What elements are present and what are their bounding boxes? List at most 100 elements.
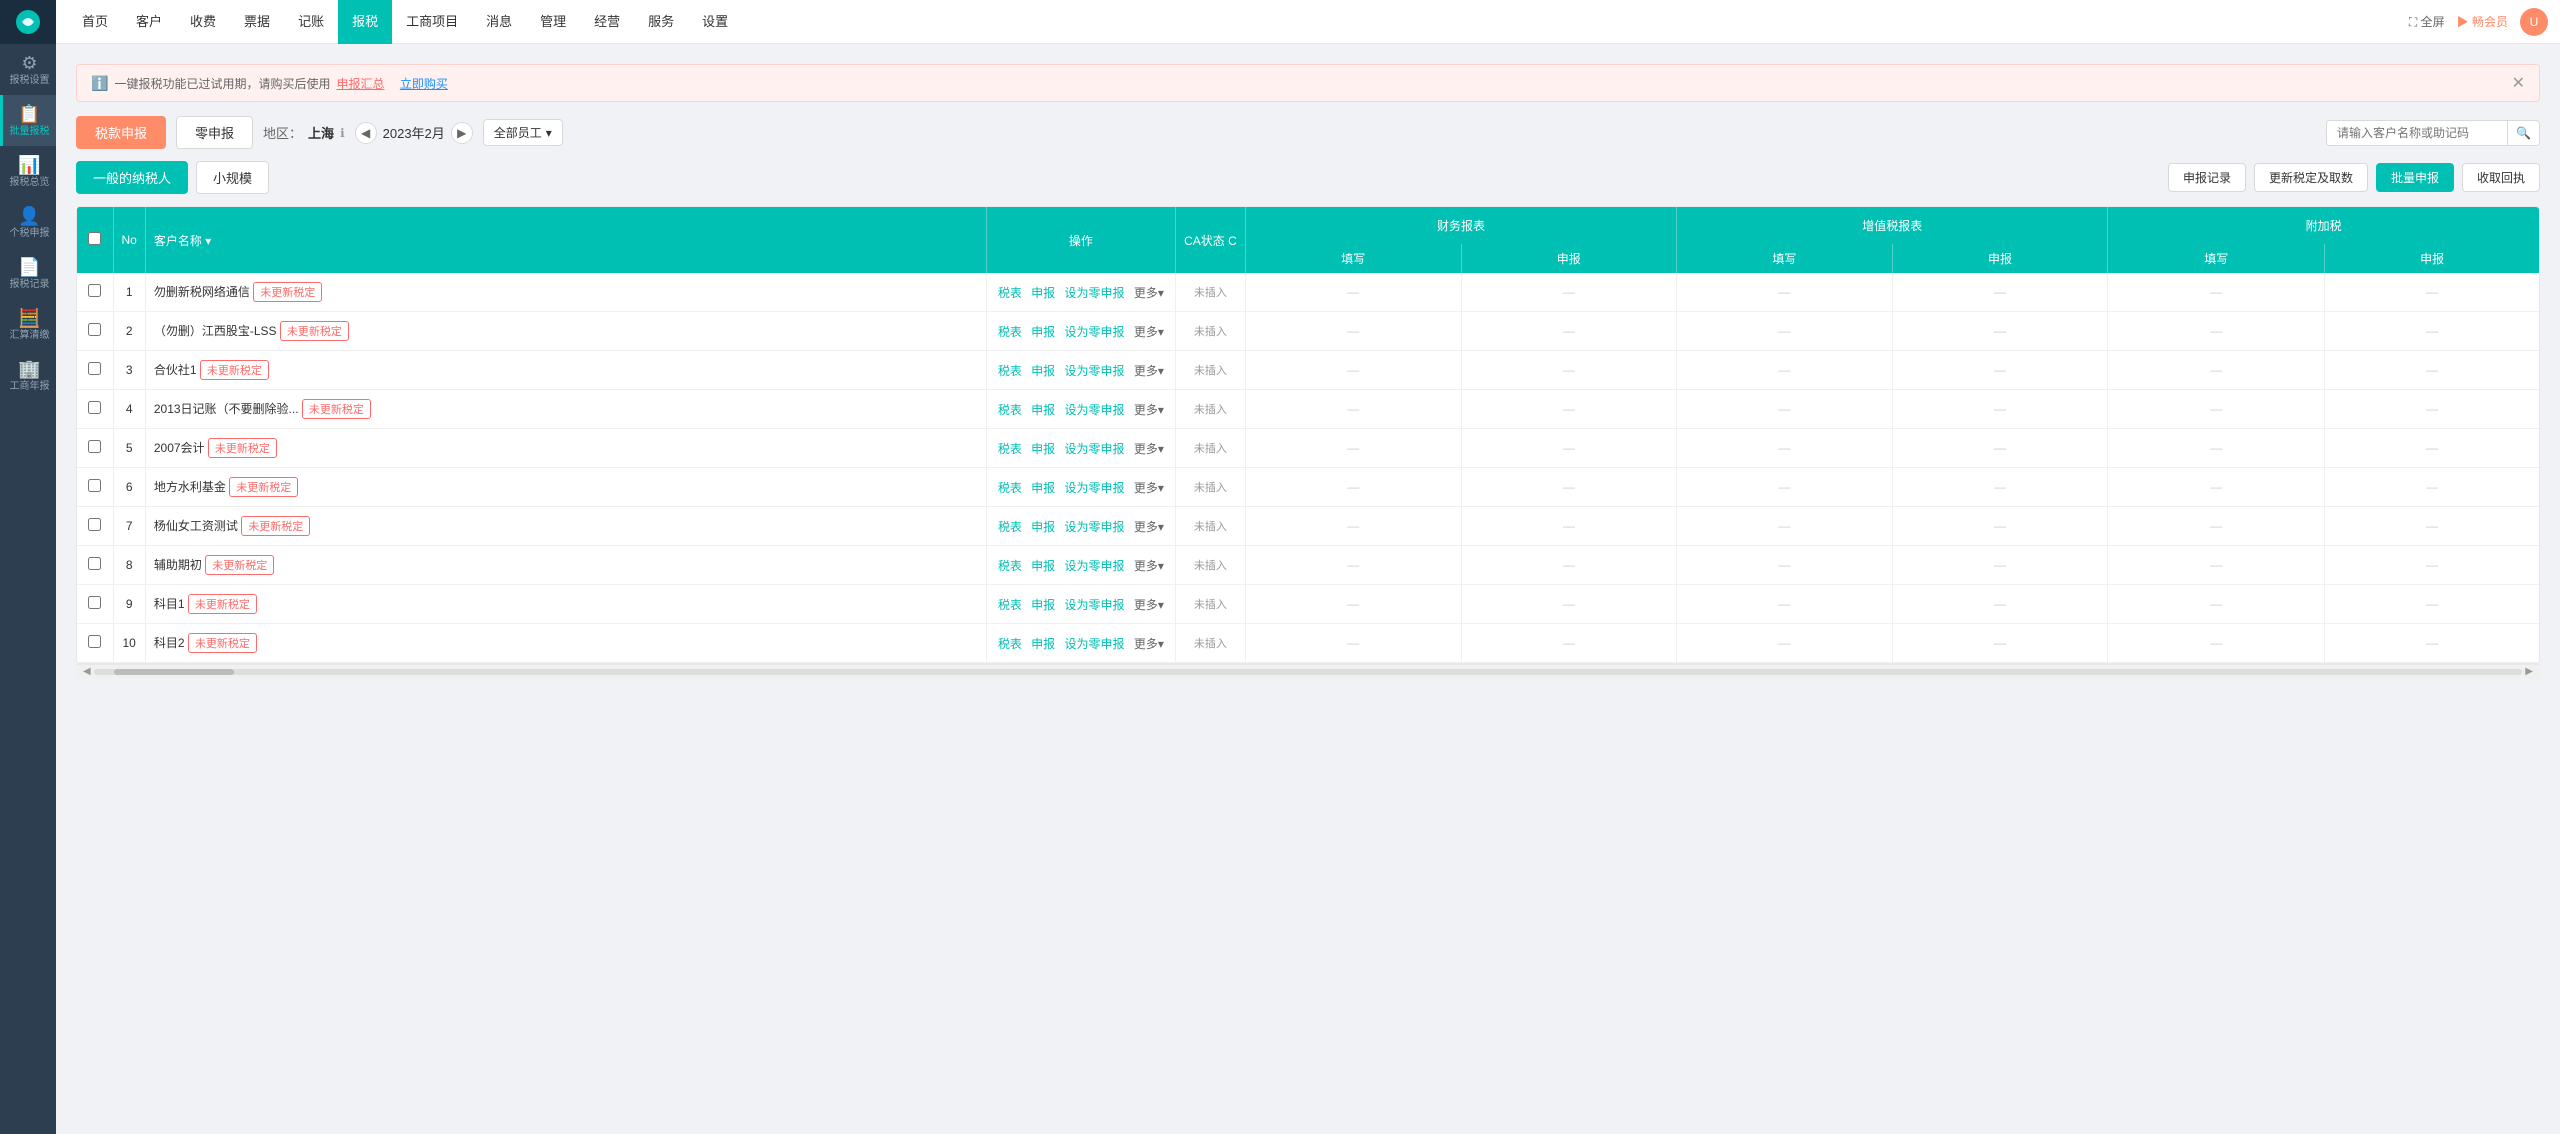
row-action-more-4[interactable]: 更多▾ xyxy=(1134,442,1164,456)
date-next-btn[interactable]: ▶ xyxy=(451,122,473,144)
sidebar-item-batch-tax[interactable]: 📋 批量报税 xyxy=(0,95,56,146)
notice-link-summary[interactable]: 申报汇总 xyxy=(336,75,384,92)
row-action-taxform-4[interactable]: 税表 xyxy=(998,442,1022,456)
nav-accounting[interactable]: 记账 xyxy=(284,0,338,44)
row-select-0[interactable] xyxy=(88,284,101,297)
row-select-6[interactable] xyxy=(88,518,101,531)
row-action-zero-3[interactable]: 设为零申报 xyxy=(1065,403,1125,417)
row-select-8[interactable] xyxy=(88,596,101,609)
scroll-right-btn[interactable]: ▶ xyxy=(2522,666,2536,677)
notice-link-buy[interactable]: 立即购买 xyxy=(400,75,448,92)
row-checkbox-3[interactable] xyxy=(77,390,113,429)
tab-zero-declaration[interactable]: 零申报 xyxy=(176,116,253,149)
row-action-declare-2[interactable]: 申报 xyxy=(1031,364,1055,378)
row-action-zero-6[interactable]: 设为零申报 xyxy=(1065,520,1125,534)
nav-business[interactable]: 工商项目 xyxy=(392,0,472,44)
row-action-more-9[interactable]: 更多▾ xyxy=(1134,637,1164,651)
btn-declaration-records[interactable]: 申报记录 xyxy=(2168,163,2246,192)
scroll-left-btn[interactable]: ◀ xyxy=(80,666,94,677)
th-name[interactable]: 客户名称 ▾ xyxy=(145,207,986,273)
notice-close-btn[interactable]: ✕ xyxy=(2512,73,2525,93)
horizontal-scrollbar[interactable]: ◀ ▶ xyxy=(76,664,2540,678)
avatar[interactable]: U xyxy=(2520,8,2548,36)
btn-retrieve-receipt[interactable]: 收取回执 xyxy=(2462,163,2540,192)
row-action-declare-7[interactable]: 申报 xyxy=(1031,559,1055,573)
nav-settings[interactable]: 设置 xyxy=(688,0,742,44)
sidebar-item-annual-report[interactable]: 🏢 工商年报 xyxy=(0,350,56,401)
row-select-1[interactable] xyxy=(88,323,101,336)
search-input[interactable] xyxy=(2327,121,2507,145)
row-action-zero-8[interactable]: 设为零申报 xyxy=(1065,598,1125,612)
row-action-taxform-9[interactable]: 税表 xyxy=(998,637,1022,651)
row-action-declare-0[interactable]: 申报 xyxy=(1031,286,1055,300)
row-action-taxform-3[interactable]: 税表 xyxy=(998,403,1022,417)
region-info-icon[interactable]: ℹ xyxy=(340,126,345,140)
row-select-4[interactable] xyxy=(88,440,101,453)
staff-selector[interactable]: 全部员工 ▾ xyxy=(483,119,563,146)
row-select-2[interactable] xyxy=(88,362,101,375)
date-prev-btn[interactable]: ◀ xyxy=(355,122,377,144)
row-checkbox-5[interactable] xyxy=(77,468,113,507)
row-action-declare-4[interactable]: 申报 xyxy=(1031,442,1055,456)
row-action-zero-7[interactable]: 设为零申报 xyxy=(1065,559,1125,573)
sidebar-item-tax-settings[interactable]: ⚙ 报税设置 xyxy=(0,44,56,95)
select-all-checkbox[interactable] xyxy=(88,232,101,245)
row-select-5[interactable] xyxy=(88,479,101,492)
row-action-taxform-0[interactable]: 税表 xyxy=(998,286,1022,300)
tab-general-taxpayer[interactable]: 一般的纳税人 xyxy=(76,161,188,194)
row-action-more-3[interactable]: 更多▾ xyxy=(1134,403,1164,417)
nav-invoice[interactable]: 票据 xyxy=(230,0,284,44)
row-action-declare-9[interactable]: 申报 xyxy=(1031,637,1055,651)
search-button[interactable]: 🔍 xyxy=(2507,121,2539,145)
tab-tax-declaration[interactable]: 税款申报 xyxy=(76,116,166,149)
nav-customer[interactable]: 客户 xyxy=(122,0,176,44)
row-action-declare-6[interactable]: 申报 xyxy=(1031,520,1055,534)
row-checkbox-4[interactable] xyxy=(77,429,113,468)
fullscreen-btn[interactable]: ⛶ 全屏 xyxy=(2409,13,2445,30)
row-action-zero-0[interactable]: 设为零申报 xyxy=(1065,286,1125,300)
row-action-more-1[interactable]: 更多▾ xyxy=(1134,325,1164,339)
row-action-zero-9[interactable]: 设为零申报 xyxy=(1065,637,1125,651)
row-action-taxform-2[interactable]: 税表 xyxy=(998,364,1022,378)
row-action-declare-1[interactable]: 申报 xyxy=(1031,325,1055,339)
row-checkbox-2[interactable] xyxy=(77,351,113,390)
row-action-more-7[interactable]: 更多▾ xyxy=(1134,559,1164,573)
row-action-more-0[interactable]: 更多▾ xyxy=(1134,286,1164,300)
row-action-more-5[interactable]: 更多▾ xyxy=(1134,481,1164,495)
row-action-taxform-1[interactable]: 税表 xyxy=(998,325,1022,339)
row-action-more-2[interactable]: 更多▾ xyxy=(1134,364,1164,378)
row-checkbox-9[interactable] xyxy=(77,624,113,663)
row-select-7[interactable] xyxy=(88,557,101,570)
row-checkbox-7[interactable] xyxy=(77,546,113,585)
scrollbar-track[interactable] xyxy=(94,669,2523,675)
nav-message[interactable]: 消息 xyxy=(472,0,526,44)
row-action-zero-1[interactable]: 设为零申报 xyxy=(1065,325,1125,339)
nav-billing[interactable]: 收费 xyxy=(176,0,230,44)
row-action-declare-8[interactable]: 申报 xyxy=(1031,598,1055,612)
row-action-taxform-6[interactable]: 税表 xyxy=(998,520,1022,534)
row-action-zero-5[interactable]: 设为零申报 xyxy=(1065,481,1125,495)
btn-update-tax[interactable]: 更新税定及取数 xyxy=(2254,163,2368,192)
row-checkbox-6[interactable] xyxy=(77,507,113,546)
sidebar-item-tax-records[interactable]: 📄 报税记录 xyxy=(0,248,56,299)
row-action-more-6[interactable]: 更多▾ xyxy=(1134,520,1164,534)
scrollbar-thumb[interactable] xyxy=(114,669,234,675)
row-action-taxform-7[interactable]: 税表 xyxy=(998,559,1022,573)
nav-management[interactable]: 管理 xyxy=(526,0,580,44)
row-select-3[interactable] xyxy=(88,401,101,414)
nav-operations[interactable]: 经营 xyxy=(580,0,634,44)
nav-service[interactable]: 服务 xyxy=(634,0,688,44)
row-select-9[interactable] xyxy=(88,635,101,648)
row-checkbox-8[interactable] xyxy=(77,585,113,624)
tab-small-scale[interactable]: 小规模 xyxy=(196,161,269,194)
row-action-taxform-5[interactable]: 税表 xyxy=(998,481,1022,495)
row-checkbox-0[interactable] xyxy=(77,273,113,312)
row-action-zero-2[interactable]: 设为零申报 xyxy=(1065,364,1125,378)
btn-batch-declare[interactable]: 批量申报 xyxy=(2376,163,2454,192)
row-action-taxform-8[interactable]: 税表 xyxy=(998,598,1022,612)
row-action-declare-3[interactable]: 申报 xyxy=(1031,403,1055,417)
member-btn[interactable]: ▶ 畅会员 xyxy=(2457,13,2508,30)
sidebar-item-settlement[interactable]: 🧮 汇算清缴 xyxy=(0,299,56,350)
row-checkbox-1[interactable] xyxy=(77,312,113,351)
sidebar-item-personal-tax[interactable]: 👤 个税申报 xyxy=(0,197,56,248)
